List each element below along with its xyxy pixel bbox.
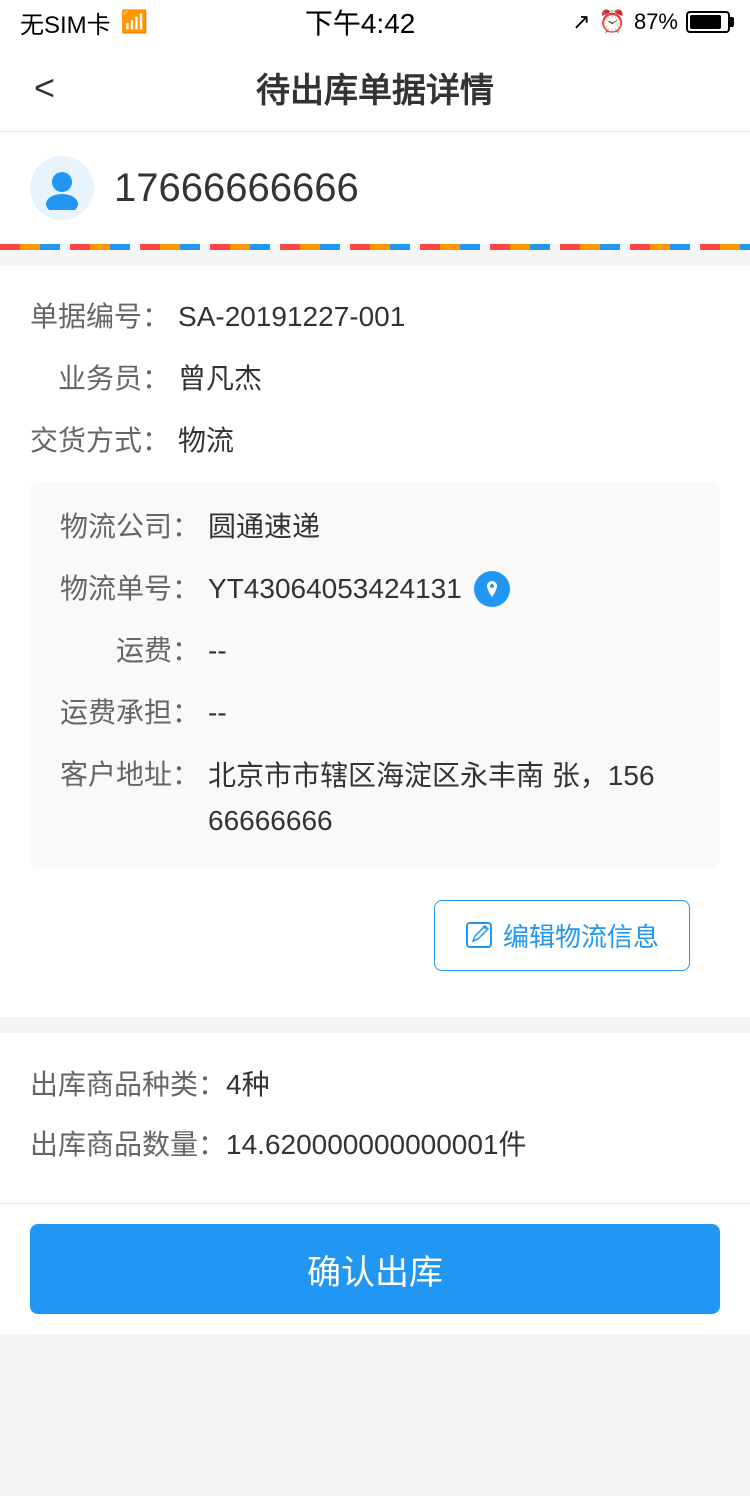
location-icon: ↗	[572, 9, 590, 35]
freight-row: 运费： --	[60, 630, 690, 672]
carrier-label: 无SIM卡	[20, 5, 111, 40]
goods-types-value: 4种	[226, 1063, 270, 1103]
edit-logistics-label: 编辑物流信息	[503, 917, 659, 954]
customer-header: 17666666666	[0, 132, 750, 244]
edit-icon	[465, 921, 493, 949]
nav-bar: < 待出库单据详情	[0, 44, 750, 132]
logistics-company-row: 物流公司： 圆通速递	[60, 506, 690, 548]
address-row: 客户地址： 北京市市辖区海淀区永丰南 张，156 66666666	[60, 754, 690, 844]
logistics-company-value: 圆通速递	[200, 506, 690, 548]
tracking-value: YT43064053424131	[200, 568, 690, 610]
freight-value: --	[200, 630, 690, 672]
goods-types-row: 出库商品种类： 4种	[30, 1063, 720, 1103]
confirm-btn-label: 确认出库	[307, 1245, 443, 1294]
dashed-divider	[0, 244, 750, 250]
freight-bearer-label: 运费承担：	[60, 692, 200, 734]
freight-bearer-row: 运费承担： --	[60, 692, 690, 734]
battery-percent: 87%	[634, 9, 678, 35]
person-icon	[40, 166, 84, 210]
customer-phone: 17666666666	[114, 166, 359, 211]
back-button[interactable]: <	[24, 57, 65, 119]
order-number-label: 单据编号：	[30, 296, 170, 338]
tracking-label: 物流单号：	[60, 568, 200, 610]
goods-quantity-row: 出库商品数量： 14.620000000000001件	[30, 1123, 720, 1163]
logistics-company-label: 物流公司：	[60, 506, 200, 548]
freight-label: 运费：	[60, 630, 200, 672]
tracking-number: YT43064053424131	[208, 568, 462, 610]
alarm-icon: ⏰	[599, 9, 626, 35]
status-bar: 无SIM卡 📶 下午4:42 ↗ ⏰ 87%	[0, 0, 750, 44]
goods-types-label: 出库商品种类：	[30, 1063, 226, 1103]
salesman-label: 业务员：	[30, 358, 170, 400]
order-info-section: 单据编号： SA-20191227-001 业务员： 曾凡杰 交货方式： 物流 …	[0, 266, 750, 1017]
tracking-row: 物流单号： YT43064053424131	[60, 568, 690, 610]
salesman-row: 业务员： 曾凡杰	[30, 358, 720, 400]
freight-bearer-value: --	[200, 692, 690, 734]
avatar	[30, 156, 94, 220]
order-number-value: SA-20191227-001	[170, 296, 720, 338]
goods-quantity-value: 14.620000000000001件	[226, 1123, 527, 1163]
order-number-row: 单据编号： SA-20191227-001	[30, 296, 720, 338]
goods-section: 出库商品种类： 4种 出库商品数量： 14.620000000000001件	[0, 1033, 750, 1193]
address-value: 北京市市辖区海淀区永丰南 张，156 66666666	[200, 754, 690, 844]
confirm-outbound-button[interactable]: 确认出库	[30, 1224, 720, 1314]
goods-quantity-label: 出库商品数量：	[30, 1123, 226, 1163]
page-title: 待出库单据详情	[256, 63, 494, 112]
delivery-value: 物流	[170, 420, 720, 462]
status-left: 无SIM卡 📶	[20, 5, 148, 40]
edit-logistics-button[interactable]: 编辑物流信息	[434, 900, 690, 971]
delivery-row: 交货方式： 物流	[30, 420, 720, 462]
edit-logistics-area: 编辑物流信息	[30, 884, 720, 987]
map-pin-icon[interactable]	[474, 571, 510, 607]
delivery-label: 交货方式：	[30, 420, 170, 462]
salesman-value: 曾凡杰	[170, 358, 720, 400]
battery-fill	[690, 15, 721, 29]
status-right: ↗ ⏰ 87%	[572, 9, 730, 35]
wifi-icon: 📶	[121, 9, 148, 35]
logistics-card: 物流公司： 圆通速递 物流单号： YT43064053424131 运费： --…	[30, 482, 720, 868]
battery-bar	[686, 11, 730, 33]
time-label: 下午4:42	[305, 2, 416, 42]
address-label: 客户地址：	[60, 754, 200, 796]
bottom-action-area: 确认出库	[0, 1203, 750, 1334]
